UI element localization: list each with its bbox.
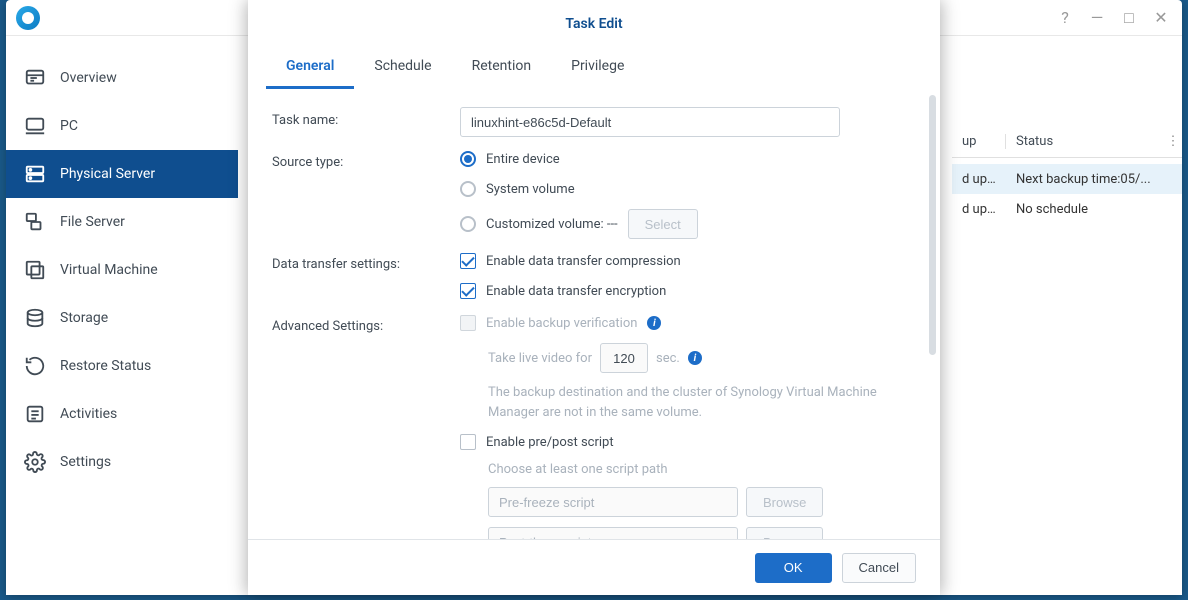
cell-status: No schedule [1006,202,1182,217]
modal-tabs: General Schedule Retention Privilege [248,48,940,89]
radio-label: Customized volume: --- [486,217,618,232]
radio-label: System volume [486,182,575,197]
sidebar-item-label: Physical Server [60,166,155,182]
checkbox-label: Enable backup verification [486,316,637,331]
sidebar-item-virtual-machine[interactable]: Virtual Machine [6,246,238,294]
modal-title: Task Edit [248,0,940,48]
pre-freeze-input[interactable] [488,487,738,517]
radio-icon [460,151,476,167]
warning-text: The backup destination and the cluster o… [488,383,910,422]
info-icon[interactable]: i [647,316,661,330]
checkbox-label: Enable pre/post script [486,435,614,450]
sidebar-item-pc[interactable]: PC [6,102,238,150]
app-icon [16,6,40,30]
sidebar-item-file-server[interactable]: File Server [6,198,238,246]
checkbox-compression[interactable]: Enable data transfer compression [460,251,910,271]
label-data-transfer: Data transfer settings: [272,251,460,301]
close-icon[interactable]: ✕ [1150,7,1172,29]
table-row[interactable]: d up ... Next backup time:05/... [952,164,1182,194]
table-header: up Status ⋮ [952,134,1182,158]
sidebar: Overview PC Physical Server File Server [6,36,238,595]
sidebar-item-label: Virtual Machine [60,262,158,278]
label-task-name: Task name: [272,107,460,137]
browse-post-button[interactable]: Browse [746,527,823,539]
overview-icon [24,67,46,89]
label-advanced: Advanced Settings: [272,313,460,539]
radio-customized-volume[interactable]: Customized volume: --- Select [460,209,910,239]
video-suffix: sec. [656,351,680,366]
scrollbar[interactable] [929,95,936,355]
sidebar-item-label: PC [60,118,78,134]
task-edit-modal: Task Edit General Schedule Retention Pri… [248,0,940,595]
cell-backup: d up ... [952,202,1006,217]
ok-button[interactable]: OK [755,553,832,583]
table-body: d up ... Next backup time:05/... d up ..… [952,164,1182,224]
info-icon[interactable]: i [688,351,702,365]
sidebar-item-storage[interactable]: Storage [6,294,238,342]
sidebar-item-settings[interactable]: Settings [6,438,238,486]
vm-icon [24,259,46,281]
minimize-icon[interactable]: — [1086,7,1108,29]
file-server-icon [24,211,46,233]
radio-icon [460,181,476,197]
checkbox-icon [460,283,476,299]
post-thaw-input[interactable] [488,527,738,539]
help-icon[interactable]: ? [1054,7,1076,29]
cell-status: Next backup time:05/... [1006,172,1182,187]
radio-label: Entire device [486,152,560,167]
checkbox-script[interactable]: Enable pre/post script [460,432,910,452]
sidebar-item-label: Overview [60,70,117,86]
pc-icon [24,115,46,137]
tab-privilege[interactable]: Privilege [551,48,644,89]
radio-icon [460,216,476,232]
task-name-input[interactable] [460,107,840,137]
sidebar-item-physical-server[interactable]: Physical Server [6,150,238,198]
tab-general[interactable]: General [266,48,354,89]
checkbox-encryption[interactable]: Enable data transfer encryption [460,281,910,301]
table-row[interactable]: d up ... No schedule [952,194,1182,224]
sidebar-item-label: Activities [60,406,117,422]
form-area: Task name: Source type: Entire device Sy… [248,89,940,539]
storage-icon [24,307,46,329]
modal-footer: OK Cancel [248,539,940,595]
checkbox-label: Enable data transfer compression [486,254,681,269]
radio-system-volume[interactable]: System volume [460,179,910,199]
script-hint: Choose at least one script path [488,462,910,477]
column-menu-icon[interactable]: ⋮ [1164,134,1182,149]
server-icon [24,163,46,185]
video-seconds-input[interactable] [600,343,648,373]
tab-retention[interactable]: Retention [452,48,552,89]
activities-icon [24,403,46,425]
checkbox-verification[interactable]: Enable backup verification i [460,313,910,333]
column-header-status[interactable]: Status [1006,134,1164,149]
cancel-button[interactable]: Cancel [842,553,916,583]
checkbox-icon [460,315,476,331]
sidebar-item-label: Settings [60,454,111,470]
tab-schedule[interactable]: Schedule [354,48,451,89]
maximize-icon[interactable]: □ [1118,7,1140,29]
sidebar-item-overview[interactable]: Overview [6,54,238,102]
column-header-up[interactable]: up [952,134,1006,149]
sidebar-item-activities[interactable]: Activities [6,390,238,438]
select-volume-button[interactable]: Select [628,209,698,239]
checkbox-icon [460,434,476,450]
gear-icon [24,451,46,473]
browse-pre-button[interactable]: Browse [746,487,823,517]
sidebar-item-label: Storage [60,310,108,326]
checkbox-label: Enable data transfer encryption [486,284,666,299]
live-video-setting: Take live video for sec. i [488,343,910,373]
label-source-type: Source type: [272,149,460,239]
radio-entire-device[interactable]: Entire device [460,149,910,169]
checkbox-icon [460,253,476,269]
restore-icon [24,355,46,377]
sidebar-item-label: File Server [60,214,125,230]
sidebar-item-restore-status[interactable]: Restore Status [6,342,238,390]
sidebar-item-label: Restore Status [60,358,151,374]
cell-backup: d up ... [952,172,1006,187]
video-prefix: Take live video for [488,351,592,366]
